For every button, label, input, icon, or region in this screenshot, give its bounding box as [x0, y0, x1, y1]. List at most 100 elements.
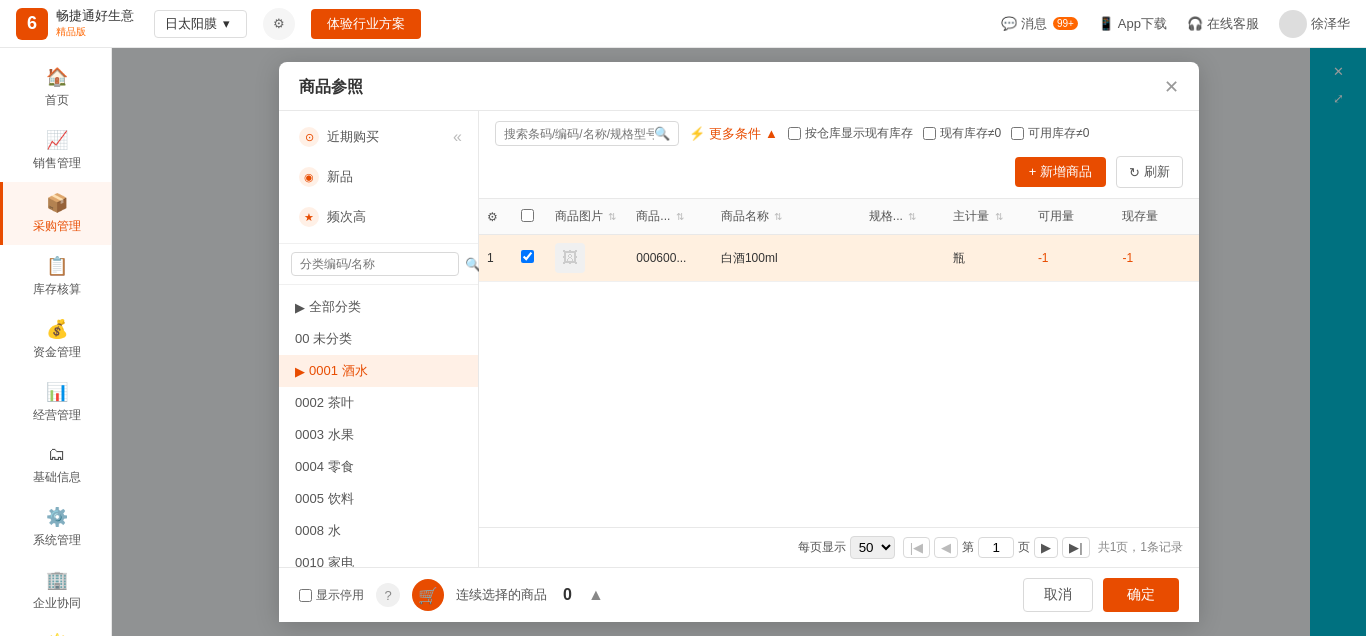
- store-selector[interactable]: 日太阳膜 ▾: [154, 10, 247, 38]
- avatar: [1279, 10, 1307, 38]
- table-settings-icon[interactable]: ⚙: [487, 210, 498, 224]
- sidebar-item-label: 资金管理: [33, 344, 81, 361]
- col-gear[interactable]: ⚙: [479, 199, 513, 235]
- new-items-btn[interactable]: ◉ 新品: [291, 161, 466, 193]
- cat-all[interactable]: ▶ 全部分类: [279, 291, 478, 323]
- col-stock[interactable]: 现存量: [1114, 199, 1199, 235]
- cart-count: 0: [563, 586, 572, 604]
- sidebar-item-sales[interactable]: 📈 销售管理: [0, 119, 111, 182]
- sidebar-item-basic[interactable]: 🗂 基础信息: [0, 434, 111, 496]
- pagination: 每页显示 50 |◀ ◀ 第 页 ▶: [479, 527, 1199, 567]
- sidebar-item-business[interactable]: 📊 经营管理: [0, 371, 111, 434]
- sidebar-item-home[interactable]: 🏠 首页: [0, 56, 111, 119]
- cart-text: 连续选择的商品: [456, 586, 547, 604]
- nonzero-stock-checkbox[interactable]: 现有库存≠0: [923, 125, 1001, 142]
- collapse-btn[interactable]: «: [449, 124, 466, 150]
- more-filter-btn[interactable]: ⚡ 更多条件 ▲: [689, 125, 778, 143]
- sidebar-item-purchase[interactable]: 📦 采购管理: [0, 182, 111, 245]
- modal-footer: 显示停用 ? 🛒 连续选择的商品 0 ▲ 取消 确定: [279, 567, 1199, 622]
- logo-title: 畅捷通好生意: [56, 8, 134, 25]
- row-checkbox[interactable]: [521, 250, 534, 263]
- last-page-btn[interactable]: ▶|: [1062, 537, 1089, 558]
- sales-icon: 📈: [46, 129, 68, 151]
- cat-label: 0001 酒水: [309, 362, 368, 380]
- message-icon: 💬: [1001, 16, 1017, 31]
- settings-icon[interactable]: ⚙: [263, 8, 295, 40]
- col-unit[interactable]: 主计量 ⇅: [945, 199, 1030, 235]
- filter-icon: ⚡: [689, 126, 705, 141]
- td-name: 白酒100ml: [713, 235, 861, 282]
- col-code[interactable]: 商品... ⇅: [628, 199, 713, 235]
- messages-btn[interactable]: 💬 消息 99+: [1001, 15, 1078, 33]
- content-area: ✕ ⤢ 商品参照 ✕ ⊙: [112, 48, 1366, 636]
- app-download-btn[interactable]: 📱 App下载: [1098, 15, 1167, 33]
- page-total: 共1页，1条记录: [1098, 539, 1183, 556]
- frequent-btn[interactable]: ★ 频次高: [291, 201, 466, 233]
- page-input[interactable]: [978, 537, 1014, 558]
- filter-bar: 🔍 ⚡ 更多条件 ▲ 按仓库显示现有库存: [479, 111, 1199, 199]
- footer-right: 取消 确定: [1023, 578, 1179, 612]
- online-service-btn[interactable]: 🎧 在线客服: [1187, 15, 1259, 33]
- recent-label: 近期购买: [327, 128, 379, 146]
- inventory-icon: 📋: [46, 255, 68, 277]
- refresh-icon: ↻: [1129, 165, 1140, 180]
- cat-beverage[interactable]: 0005 饮料: [279, 483, 478, 515]
- category-search: 🔍: [279, 244, 478, 285]
- sidebar-item-guide[interactable]: 🌟 新手引导: [0, 622, 111, 636]
- exp-btn[interactable]: 体验行业方案: [311, 9, 421, 39]
- user-name: 徐泽华: [1311, 15, 1350, 33]
- cat-tea[interactable]: 0002 茶叶: [279, 387, 478, 419]
- cat-uncategorized[interactable]: 00 未分类: [279, 323, 478, 355]
- td-checkbox: [513, 235, 547, 282]
- confirm-btn[interactable]: 确定: [1103, 578, 1179, 612]
- modal-close-btn[interactable]: ✕: [1164, 76, 1179, 98]
- col-available[interactable]: 可用量: [1030, 199, 1115, 235]
- sidebar-item-label: 系统管理: [33, 532, 81, 549]
- col-image[interactable]: 商品图片 ⇅: [547, 199, 629, 235]
- sidebar-item-system[interactable]: ⚙️ 系统管理: [0, 496, 111, 559]
- add-product-btn[interactable]: + 新增商品: [1015, 157, 1106, 187]
- col-name[interactable]: 商品名称 ⇅: [713, 199, 861, 235]
- prev-page-btn[interactable]: ◀: [934, 537, 958, 558]
- help-btn[interactable]: ?: [376, 583, 400, 607]
- sidebar-item-inventory[interactable]: 📋 库存核算: [0, 245, 111, 308]
- navbar: 6 畅捷通好生意 精品版 日太阳膜 ▾ ⚙ 体验行业方案 💬 消息 99+ 📱 …: [0, 0, 1366, 48]
- cat-fruit[interactable]: 0003 水果: [279, 419, 478, 451]
- category-list: ▶ 全部分类 00 未分类 ▶ 0001 酒水 0002 茶: [279, 285, 478, 567]
- select-all-checkbox[interactable]: [521, 209, 534, 222]
- footer-left: 显示停用: [299, 587, 364, 604]
- page-suffix: 页: [1018, 539, 1030, 556]
- new-items-icon: ◉: [299, 167, 319, 187]
- col-spec[interactable]: 规格... ⇅: [861, 199, 946, 235]
- table-row[interactable]: 1 🖼: [479, 235, 1199, 282]
- logo-sub: 精品版: [56, 25, 134, 39]
- first-page-btn[interactable]: |◀: [903, 537, 930, 558]
- product-image: 🖼: [555, 243, 585, 273]
- td-available: -1: [1030, 235, 1115, 282]
- product-search-icon[interactable]: 🔍: [654, 126, 670, 141]
- next-page-btn[interactable]: ▶: [1034, 537, 1058, 558]
- cat-water[interactable]: 0008 水: [279, 515, 478, 547]
- sidebar-item-corp[interactable]: 🏢 企业协同: [0, 559, 111, 622]
- cat-liquor[interactable]: ▶ 0001 酒水: [279, 355, 478, 387]
- sidebar-item-finance[interactable]: 💰 资金管理: [0, 308, 111, 371]
- product-search-input[interactable]: [504, 127, 654, 141]
- per-page-dropdown[interactable]: 50: [850, 536, 895, 559]
- category-search-input[interactable]: [291, 252, 459, 276]
- cat-snack[interactable]: 0004 零食: [279, 451, 478, 483]
- cat-label: 0005 饮料: [295, 490, 354, 508]
- sidebar-item-label: 首页: [45, 92, 69, 109]
- cancel-btn[interactable]: 取消: [1023, 578, 1093, 612]
- cat-appliance[interactable]: 0010 家电: [279, 547, 478, 567]
- product-search-box: 🔍: [495, 121, 679, 146]
- recent-btn[interactable]: ⊙ 近期购买: [291, 121, 387, 153]
- refresh-btn[interactable]: ↻ ↻ 刷新 刷新: [1116, 156, 1183, 188]
- show-disabled-checkbox[interactable]: 显示停用: [299, 587, 364, 604]
- sort-code-icon: ⇅: [676, 211, 684, 222]
- footer-collapse-btn[interactable]: ▲: [588, 586, 604, 604]
- available-nonzero-checkbox[interactable]: 可用库存≠0: [1011, 125, 1089, 142]
- user-profile[interactable]: 徐泽华: [1279, 10, 1350, 38]
- warehouse-stock-checkbox[interactable]: 按仓库显示现有库存: [788, 125, 913, 142]
- cat-label: 0008 水: [295, 522, 341, 540]
- cart-btn[interactable]: 🛒: [412, 579, 444, 611]
